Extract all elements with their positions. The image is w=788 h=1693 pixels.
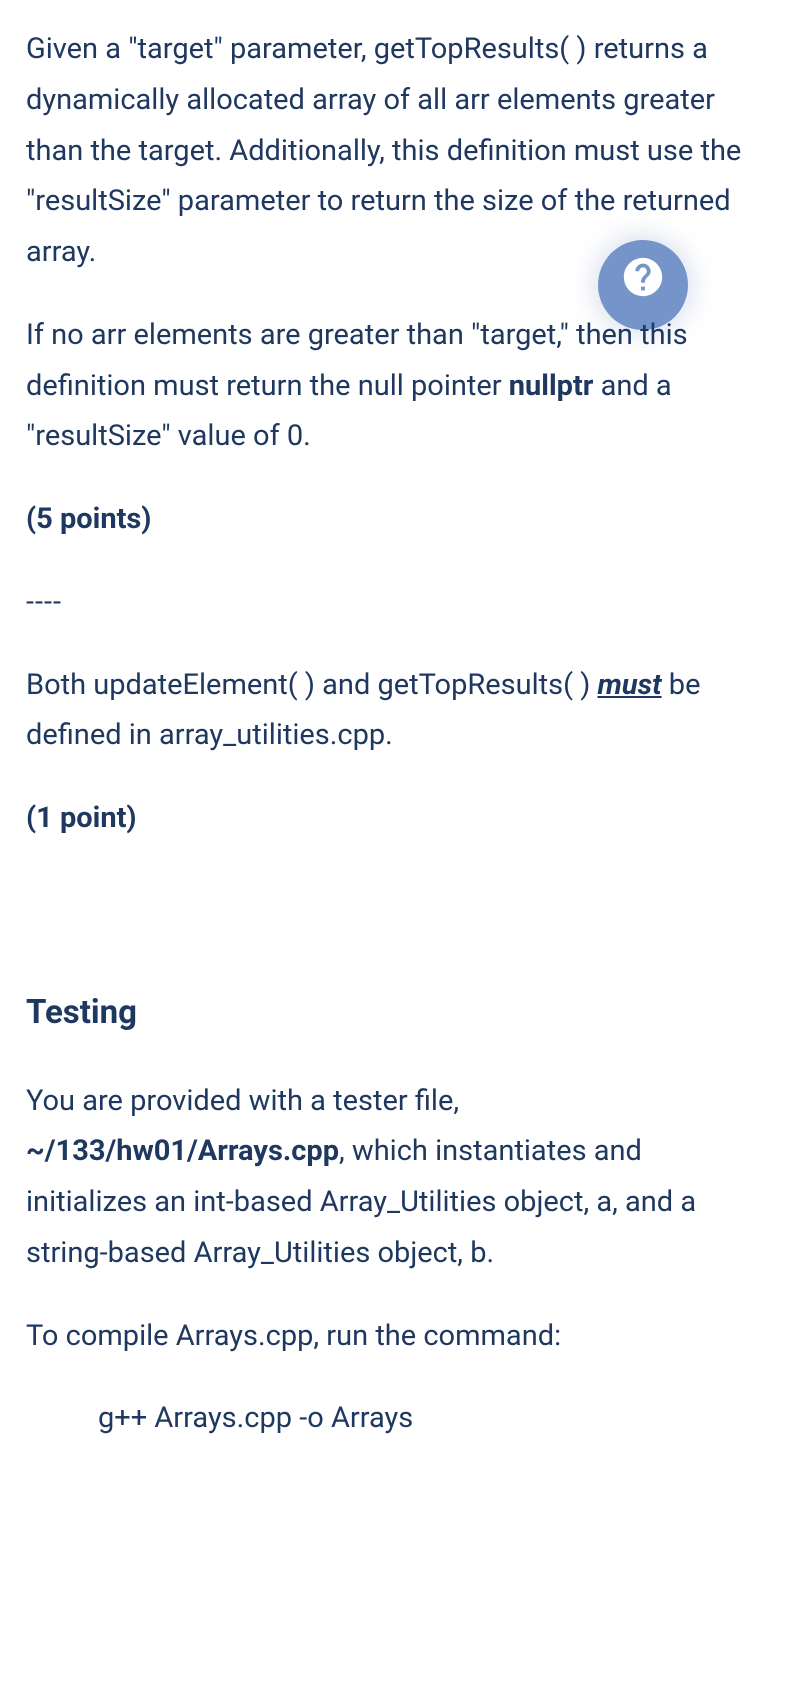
heading-testing: Testing [26,984,762,1042]
code-command: g++ Arrays.cpp -o Arrays [26,1393,762,1444]
paragraph-4-pre: You are provided with a tester file, [26,1084,459,1118]
paragraph-1-text: Given a "target" parameter, getTopResult… [26,32,741,269]
points-2: (1 point) [26,793,762,844]
paragraph-4-bold: ~/133/hw01/Arrays.cpp [26,1134,339,1168]
divider: ---- [26,577,762,628]
points-1: (5 points) [26,494,762,545]
paragraph-2-bold: nullptr [509,369,594,403]
paragraph-3-pre: Both updateElement( ) and getTopResults(… [26,668,598,702]
paragraph-2: If no arr elements are greater than "tar… [26,310,762,462]
paragraph-5: To compile Arrays.cpp, run the command: [26,1311,762,1362]
paragraph-3: Both updateElement( ) and getTopResults(… [26,660,762,762]
help-icon [620,254,666,317]
paragraph-3-underline: must [598,668,662,702]
paragraph-4: You are provided with a tester file, ~/1… [26,1076,762,1279]
paragraph-1: Given a "target" parameter, getTopResult… [26,24,762,278]
